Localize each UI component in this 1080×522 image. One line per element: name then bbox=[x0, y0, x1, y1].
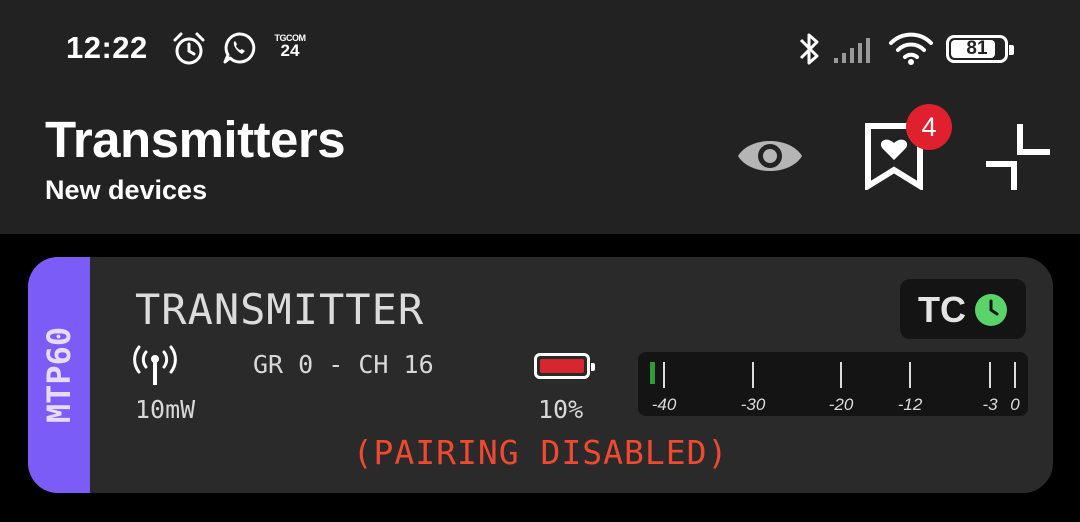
clock-icon bbox=[975, 294, 1007, 326]
device-name: TRANSMITTER bbox=[135, 285, 425, 334]
wifi-icon bbox=[889, 32, 933, 65]
collapse-icon[interactable] bbox=[982, 120, 1054, 192]
meter-tick-label: -40 bbox=[651, 395, 677, 414]
status-bar: 12:22 TGCOM 24 81 bbox=[0, 0, 1080, 100]
meter-tick bbox=[989, 362, 991, 388]
meter-tick-label: -30 bbox=[740, 395, 766, 414]
transmitter-card[interactable]: MTP60 TRANSMITTER 10mW GR 0 - CH 16 10% … bbox=[28, 257, 1053, 493]
meter-tick bbox=[909, 362, 911, 388]
rf-power: 10mW bbox=[135, 395, 196, 424]
timecode-badge[interactable]: TC bbox=[900, 279, 1026, 339]
pairing-status: (PAIRING DISABLED) bbox=[352, 433, 729, 472]
alarm-icon bbox=[173, 32, 205, 65]
top-app-bar: 12:22 TGCOM 24 81 Transmitters New devic… bbox=[0, 0, 1080, 234]
antenna-icon bbox=[133, 345, 177, 385]
device-battery-icon bbox=[534, 353, 595, 379]
meter-tick-label: 0 bbox=[1010, 395, 1020, 414]
page-subtitle: New devices bbox=[45, 175, 208, 205]
device-battery-fill bbox=[540, 359, 584, 373]
bookmark-count-badge: 4 bbox=[906, 104, 952, 150]
model-label: MTP60 bbox=[40, 326, 78, 424]
battery-percent: 10% bbox=[538, 395, 584, 424]
meter-tick bbox=[840, 362, 842, 388]
meter-level-bar bbox=[650, 362, 655, 384]
tgcom24-icon: TGCOM 24 bbox=[272, 34, 308, 60]
timecode-label: TC bbox=[918, 289, 966, 330]
meter-tick bbox=[752, 362, 754, 388]
whatsapp-icon bbox=[223, 32, 256, 64]
battery-level: 81 bbox=[966, 38, 988, 59]
group-channel: GR 0 - CH 16 bbox=[253, 350, 434, 379]
meter-tick-label: -12 bbox=[897, 395, 923, 414]
tgcom-number: 24 bbox=[280, 41, 300, 60]
battery-icon: 81 bbox=[946, 35, 1014, 63]
meter-tick-label: -20 bbox=[828, 395, 854, 414]
meter-tick-label: -3 bbox=[982, 395, 998, 414]
meter-tick bbox=[1014, 362, 1016, 388]
signal-icon bbox=[834, 38, 870, 63]
status-time: 12:22 bbox=[66, 30, 148, 65]
audio-level-meter: -40 -30 -20 -12 -3 0 bbox=[638, 352, 1028, 416]
eye-icon[interactable] bbox=[736, 134, 804, 178]
meter-tick bbox=[663, 362, 665, 388]
page-title: Transmitters bbox=[45, 111, 346, 168]
bluetooth-icon bbox=[799, 33, 819, 65]
